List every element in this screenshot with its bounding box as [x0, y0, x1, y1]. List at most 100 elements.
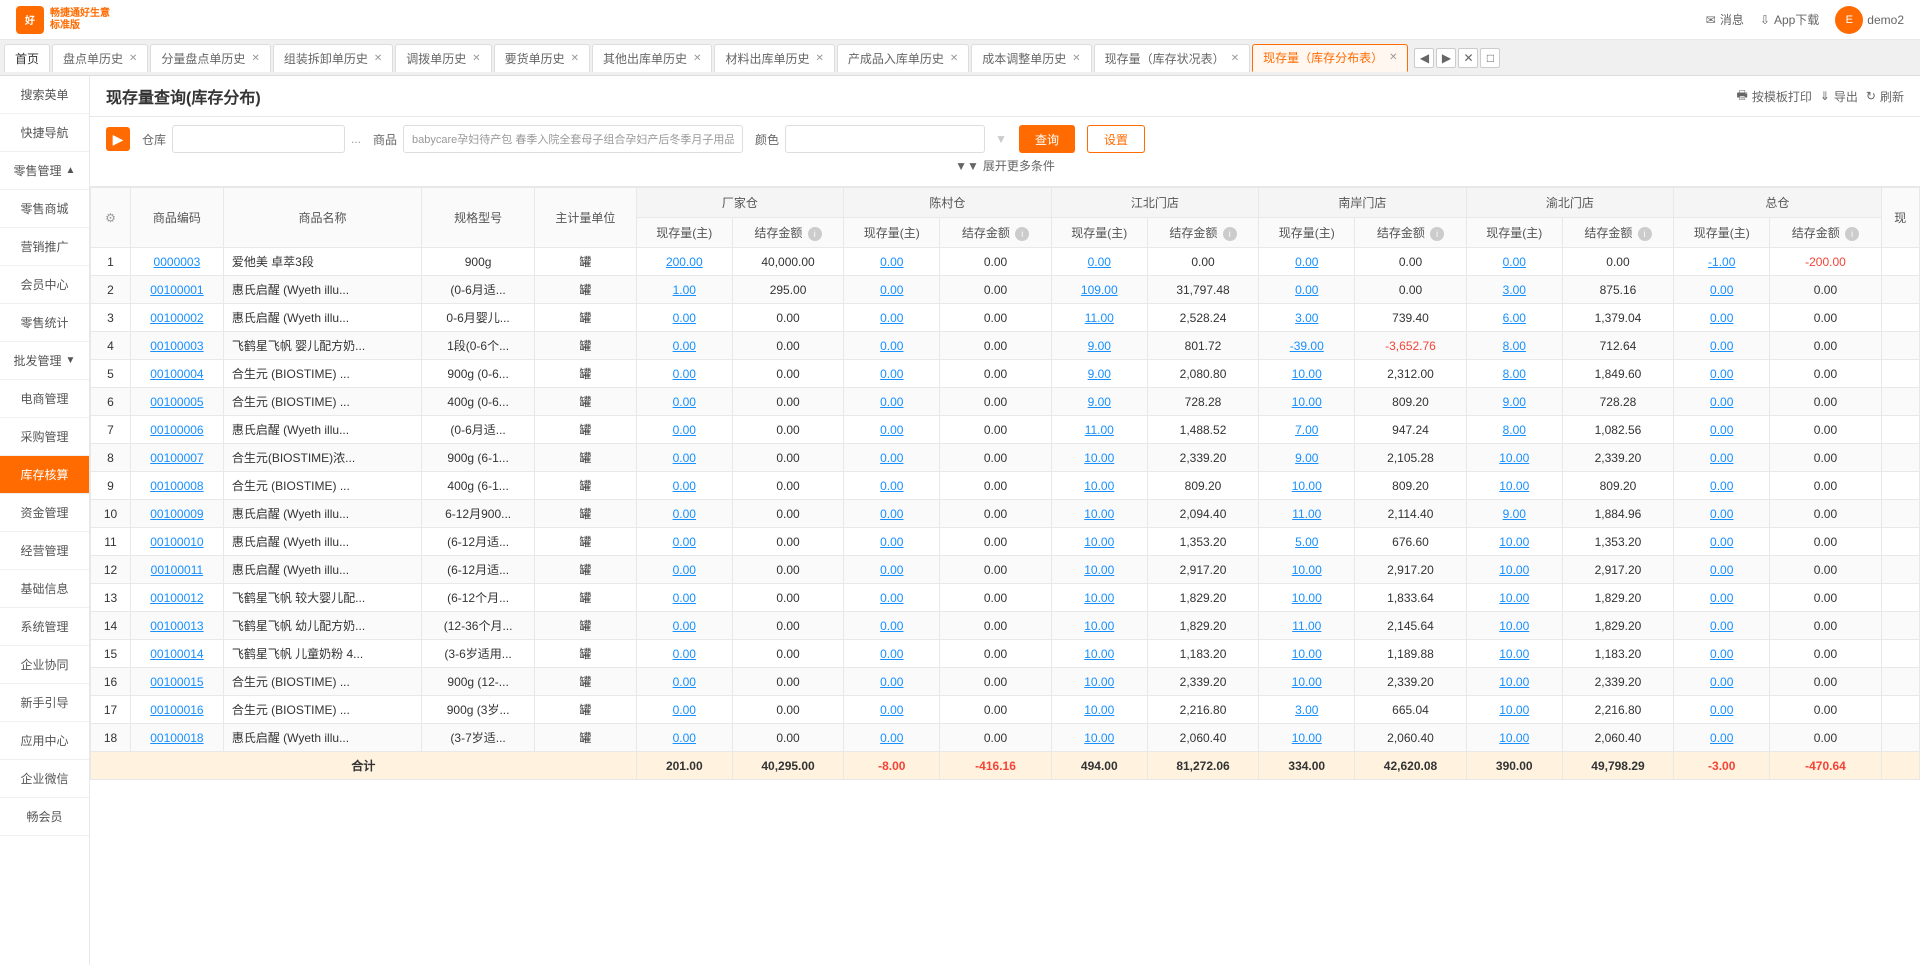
refresh-button[interactable]: ↻ 刷新: [1866, 86, 1904, 107]
sidebar-collab-label: 企业协同: [20, 658, 68, 672]
tab-cost-adjust[interactable]: 成本调整单历史 ✕: [971, 44, 1091, 72]
cell-yubeibei-amt: 875.16: [1562, 276, 1673, 304]
info-icon[interactable]: i: [1223, 227, 1237, 241]
cell-code: 00100013: [131, 612, 224, 640]
close-icon[interactable]: ✕: [693, 53, 701, 64]
tab-transfer[interactable]: 调拨单历史 ✕: [395, 44, 491, 72]
settings-button[interactable]: 设置: [1087, 125, 1145, 153]
user-name: demo2: [1867, 13, 1904, 27]
info-icon[interactable]: i: [1430, 227, 1444, 241]
cell-chenshi-qty: 0.00: [844, 248, 940, 276]
cell-spec: 900g (3岁...: [422, 696, 535, 724]
info-icon[interactable]: i: [1638, 227, 1652, 241]
close-icon[interactable]: ✕: [1231, 53, 1239, 64]
cell-current: [1881, 472, 1919, 500]
close-icon[interactable]: ✕: [374, 53, 382, 64]
app-download-button[interactable]: ⇩ App下载: [1760, 11, 1819, 28]
tabs-prev-button[interactable]: ◀: [1414, 48, 1434, 68]
cell-name: 飞鹤星飞帆 儿童奶粉 4...: [223, 640, 421, 668]
tab-split-count[interactable]: 分量盘点单历史 ✕: [150, 44, 270, 72]
info-icon[interactable]: i: [1015, 227, 1029, 241]
cell-unit: 罐: [535, 696, 637, 724]
tab-inventory-count-label: 盘点单历史: [63, 50, 123, 67]
sidebar-item-finance[interactable]: 资金管理: [0, 494, 89, 532]
cell-no: 15: [91, 640, 131, 668]
cell-jiangbei-qty: 9.00: [1051, 388, 1147, 416]
sidebar-item-system[interactable]: 系统管理: [0, 608, 89, 646]
cell-name: 合生元(BIOSTIME)浓...: [223, 444, 421, 472]
sidebar-item-collab[interactable]: 企业协同: [0, 646, 89, 684]
sidebar-item-retail-store[interactable]: 零售商城: [0, 190, 89, 228]
cell-current: [1881, 668, 1919, 696]
cell-no: 12: [91, 556, 131, 584]
sidebar-item-operations[interactable]: 经营管理: [0, 532, 89, 570]
cell-unit: 罐: [535, 528, 637, 556]
info-icon[interactable]: i: [808, 227, 822, 241]
close-icon[interactable]: ✕: [251, 53, 259, 64]
sidebar-item-search[interactable]: 搜索英单: [0, 76, 89, 114]
sidebar-item-retail-stats[interactable]: 零售统计: [0, 304, 89, 342]
tab-requisition[interactable]: 要货单历史 ✕: [494, 44, 590, 72]
query-button[interactable]: 查询: [1019, 125, 1075, 153]
summary-nanan-amt: 42,620.08: [1355, 752, 1466, 780]
close-icon[interactable]: ✕: [815, 53, 823, 64]
warehouse-input[interactable]: [172, 125, 345, 153]
cell-factory-qty: 0.00: [636, 416, 732, 444]
close-icon[interactable]: ✕: [1389, 52, 1397, 63]
messages-button[interactable]: ✉ 消息: [1706, 11, 1744, 28]
cell-factory-qty: 200.00: [636, 248, 732, 276]
user-area[interactable]: E demo2: [1835, 6, 1904, 34]
close-icon[interactable]: ✕: [571, 53, 579, 64]
sidebar-item-inventory[interactable]: 库存核算: [0, 456, 89, 494]
tab-inventory-count[interactable]: 盘点单历史 ✕: [52, 44, 148, 72]
sidebar-ecommerce-label: 电商管理: [20, 392, 68, 406]
filter-toggle-button[interactable]: ▶: [106, 127, 130, 151]
sidebar-item-vip-member[interactable]: 畅会员: [0, 798, 89, 836]
sidebar-item-marketing[interactable]: 营销推广: [0, 228, 89, 266]
tab-stock-status[interactable]: 现存量（库存状况表） ✕: [1094, 44, 1250, 72]
tab-product-in[interactable]: 产成品入库单历史 ✕: [837, 44, 969, 72]
product-input[interactable]: [403, 125, 743, 153]
tabs-bar: 首页 盘点单历史 ✕ 分量盘点单历史 ✕ 组装拆卸单历史 ✕ 调拨单历史 ✕ 要…: [0, 40, 1920, 76]
close-icon[interactable]: ✕: [129, 53, 137, 64]
sidebar-item-member[interactable]: 会员中心: [0, 266, 89, 304]
cell-yubeibei-qty: 0.00: [1466, 248, 1562, 276]
sidebar-item-ecommerce[interactable]: 电商管理: [0, 380, 89, 418]
th-settings[interactable]: ⚙: [91, 188, 131, 248]
th-factory-qty: 现存量(主): [636, 218, 732, 248]
color-input[interactable]: [785, 125, 985, 153]
table-container[interactable]: ⚙ 商品编码 商品名称 规格型号 主计量单位 厂家仓 陈村仓 江北门店 南岸门店…: [90, 187, 1920, 965]
tab-combo[interactable]: 组装拆卸单历史 ✕: [273, 44, 393, 72]
sidebar-item-guide[interactable]: 新手引导: [0, 684, 89, 722]
sidebar-item-quick-nav[interactable]: 快捷导航: [0, 114, 89, 152]
tab-stock-dist[interactable]: 现存量（库存分布表） ✕: [1252, 44, 1408, 72]
tabs-close-button[interactable]: ✕: [1458, 48, 1478, 68]
info-icon[interactable]: i: [1845, 227, 1859, 241]
cell-chenshi-qty: 0.00: [844, 332, 940, 360]
settings-icon[interactable]: ⚙: [105, 211, 116, 225]
sidebar-member-label: 会员中心: [20, 278, 68, 292]
tabs-menu-button[interactable]: □: [1480, 48, 1500, 68]
sidebar-item-purchase[interactable]: 采购管理: [0, 418, 89, 456]
export-button[interactable]: ⇓ 导出: [1820, 86, 1858, 107]
cell-jiangbei-amt: 2,339.20: [1147, 668, 1258, 696]
sidebar-item-wholesale[interactable]: 批发管理 ▼: [0, 342, 89, 380]
close-icon[interactable]: ✕: [950, 53, 958, 64]
sidebar-item-wechat[interactable]: 企业微信: [0, 760, 89, 798]
cell-no: 5: [91, 360, 131, 388]
tab-other-out[interactable]: 其他出库单历史 ✕: [592, 44, 712, 72]
close-icon[interactable]: ✕: [472, 53, 480, 64]
cell-yubeibei-amt: 2,060.40: [1562, 724, 1673, 752]
tab-material-out[interactable]: 材料出库单历史 ✕: [714, 44, 834, 72]
table-row: 9 00100008 合生元 (BIOSTIME) ... 400g (6-1.…: [91, 472, 1920, 500]
print-button[interactable]: 🖶 按模板打印: [1737, 86, 1812, 107]
tabs-next-button[interactable]: ▶: [1436, 48, 1456, 68]
expand-filter-button[interactable]: ▼▼ 展开更多条件: [955, 157, 1055, 174]
cell-factory-qty: 1.00: [636, 276, 732, 304]
sidebar-item-app-center[interactable]: 应用中心: [0, 722, 89, 760]
table-row: 15 00100014 飞鹤星飞帆 儿童奶粉 4... (3-6岁适用... 罐…: [91, 640, 1920, 668]
sidebar-item-base-info[interactable]: 基础信息: [0, 570, 89, 608]
tab-home[interactable]: 首页: [4, 44, 50, 72]
close-icon[interactable]: ✕: [1072, 53, 1080, 64]
sidebar-item-retail-mgmt[interactable]: 零售管理 ▲: [0, 152, 89, 190]
